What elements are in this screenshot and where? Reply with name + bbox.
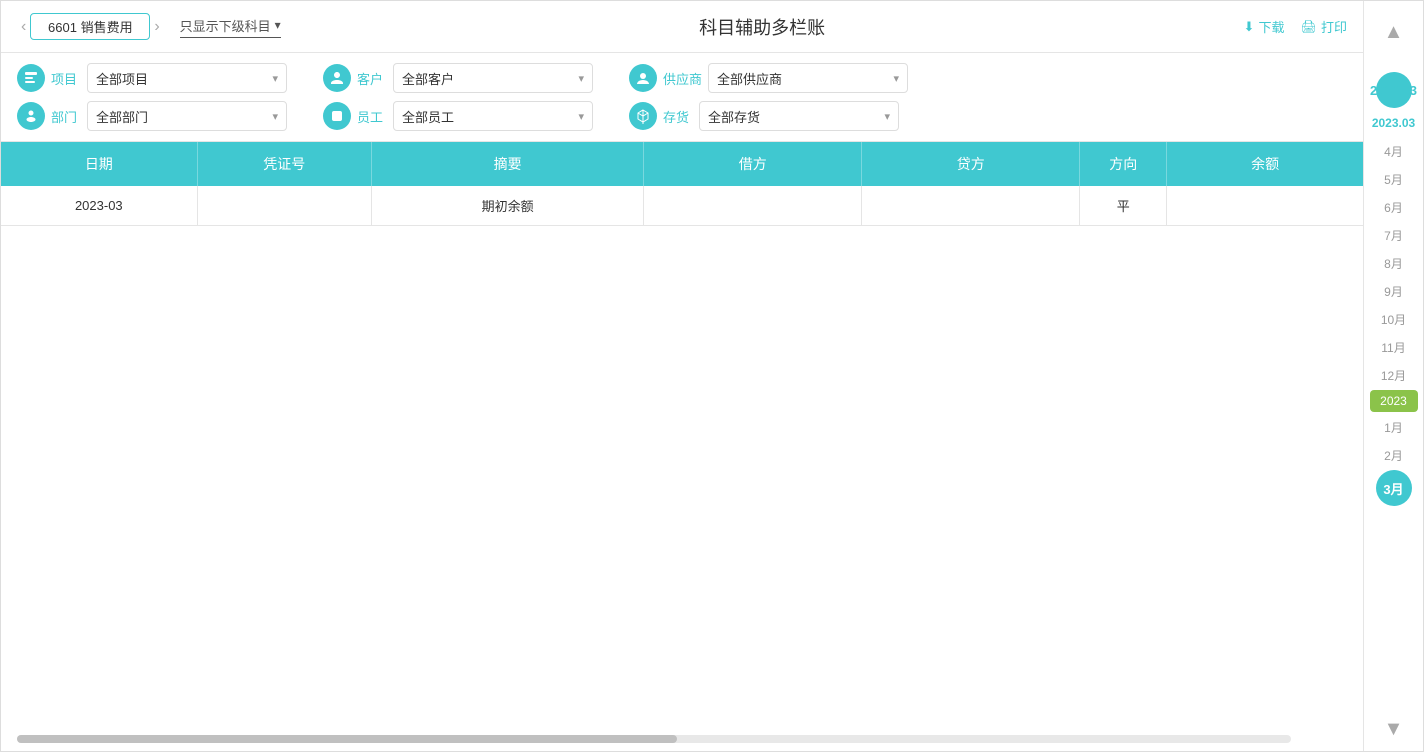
- employee-dropdown-icon: ▾: [578, 110, 584, 123]
- inventory-dropdown-icon: ▾: [884, 110, 890, 123]
- inventory-icon: [629, 102, 657, 130]
- department-dropdown-icon: ▾: [272, 110, 278, 123]
- table-header-row: 日期 凭证号 摘要 借方 贷方 方向 余额: [1, 142, 1363, 186]
- filter-project: 项目 全部项目 ▾: [17, 63, 287, 93]
- cell-debit: [644, 186, 862, 226]
- employee-select[interactable]: 全部员工 ▾: [393, 101, 593, 131]
- project-select-value: 全部项目: [96, 69, 272, 88]
- filter-inventory: 存货 全部存货 ▾: [629, 101, 899, 131]
- period-month-8[interactable]: 8月: [1369, 250, 1419, 276]
- customer-select-value: 全部客户: [402, 69, 578, 88]
- customer-label: 客户: [357, 69, 387, 88]
- period-month-1[interactable]: 1月: [1369, 414, 1419, 440]
- cell-date: 2023-03: [1, 186, 197, 226]
- supplier-dropdown-icon: ▾: [893, 72, 899, 85]
- scroll-thumb[interactable]: [17, 735, 677, 743]
- customer-icon: [323, 64, 351, 92]
- account-code-display: 6601 销售费用: [30, 13, 150, 40]
- period-year-2023[interactable]: 2023: [1370, 390, 1418, 412]
- inventory-select[interactable]: 全部存货 ▾: [699, 101, 899, 131]
- period-month-3-active[interactable]: 3月: [1376, 470, 1412, 506]
- department-select-value: 全部部门: [96, 107, 272, 126]
- period-month-9[interactable]: 9月: [1369, 278, 1419, 304]
- filter-employee: 员工 全部员工 ▾: [323, 101, 593, 131]
- customer-select[interactable]: 全部客户 ▾: [393, 63, 593, 93]
- filter-supplier: 供应商 全部供应商 ▾: [629, 63, 908, 93]
- table-row: 2023-03 期初余额 平: [1, 186, 1363, 226]
- period-month-7[interactable]: 7月: [1369, 222, 1419, 248]
- period-list: 2023.03 2023.03 4月 5月 6月 7月 8月 9月 10月 11…: [1364, 72, 1423, 714]
- page-title: 科目辅助多栏账: [281, 14, 1244, 40]
- period-month-10[interactable]: 10月: [1369, 306, 1419, 332]
- period-header-2023-03-2[interactable]: 2023.03: [1369, 110, 1419, 136]
- col-header-balance: 余额: [1167, 142, 1363, 186]
- employee-label: 员工: [357, 107, 387, 126]
- period-month-2[interactable]: 2月: [1369, 442, 1419, 468]
- period-month-5[interactable]: 5月: [1369, 166, 1419, 192]
- data-table: 日期 凭证号 摘要 借方 贷方 方向 余额 2023-03 期初余额: [1, 142, 1363, 226]
- period-up-button[interactable]: ▲: [1380, 17, 1408, 48]
- right-panel: ▲ 2023.03 2023.03 4月 5月 6月 7月 8月 9月 10月 …: [1363, 1, 1423, 752]
- supplier-label: 供应商: [663, 69, 702, 88]
- col-header-summary: 摘要: [371, 142, 643, 186]
- supplier-select-value: 全部供应商: [717, 69, 893, 88]
- supplier-icon: [629, 64, 657, 92]
- col-header-date: 日期: [1, 142, 197, 186]
- download-icon: ⬇: [1244, 19, 1255, 35]
- next-account-button[interactable]: ›: [150, 18, 163, 36]
- col-header-voucher: 凭证号: [197, 142, 371, 186]
- department-select[interactable]: 全部部门 ▾: [87, 101, 287, 131]
- employee-icon: [323, 102, 351, 130]
- print-button[interactable]: 🖨 打印: [1300, 17, 1347, 36]
- download-button[interactable]: ⬇ 下载: [1244, 17, 1285, 36]
- show-sub-label: 只显示下级科目: [180, 16, 271, 35]
- supplier-select[interactable]: 全部供应商 ▾: [708, 63, 908, 93]
- col-header-credit: 贷方: [862, 142, 1080, 186]
- scroll-track: [17, 735, 1291, 743]
- cell-direction: 平: [1080, 186, 1167, 226]
- period-down-button[interactable]: ▼: [1380, 714, 1408, 745]
- department-icon: [17, 102, 45, 130]
- project-label: 项目: [51, 69, 81, 88]
- department-label: 部门: [51, 107, 81, 126]
- show-sub-toggle[interactable]: 只显示下级科目 ▾: [180, 16, 281, 38]
- period-month-12[interactable]: 12月: [1369, 362, 1419, 388]
- download-label: 下载: [1258, 17, 1284, 36]
- cell-voucher: [197, 186, 371, 226]
- period-header-2023-03-1[interactable]: 2023.03: [1376, 72, 1412, 108]
- period-month-11[interactable]: 11月: [1369, 334, 1419, 360]
- cell-balance: [1167, 186, 1363, 226]
- employee-select-value: 全部员工: [402, 107, 578, 126]
- print-icon: 🖨: [1300, 19, 1317, 35]
- customer-dropdown-icon: ▾: [578, 72, 584, 85]
- col-header-direction: 方向: [1080, 142, 1167, 186]
- project-icon: [17, 64, 45, 92]
- project-dropdown-icon: ▾: [272, 72, 278, 85]
- print-label: 打印: [1321, 17, 1347, 36]
- cell-credit: [862, 186, 1080, 226]
- horizontal-scrollbar[interactable]: [17, 735, 1291, 743]
- filter-customer: 客户 全部客户 ▾: [323, 63, 593, 93]
- col-header-debit: 借方: [644, 142, 862, 186]
- cell-summary: 期初余额: [371, 186, 643, 226]
- inventory-label: 存货: [663, 107, 693, 126]
- project-select[interactable]: 全部项目 ▾: [87, 63, 287, 93]
- period-month-6[interactable]: 6月: [1369, 194, 1419, 220]
- filter-department: 部门 全部部门 ▾: [17, 101, 287, 131]
- table-container: 日期 凭证号 摘要 借方 贷方 方向 余额 2023-03 期初余额: [1, 142, 1363, 738]
- period-month-4[interactable]: 4月: [1369, 138, 1419, 164]
- prev-account-button[interactable]: ‹: [17, 18, 30, 36]
- inventory-select-value: 全部存货: [708, 107, 884, 126]
